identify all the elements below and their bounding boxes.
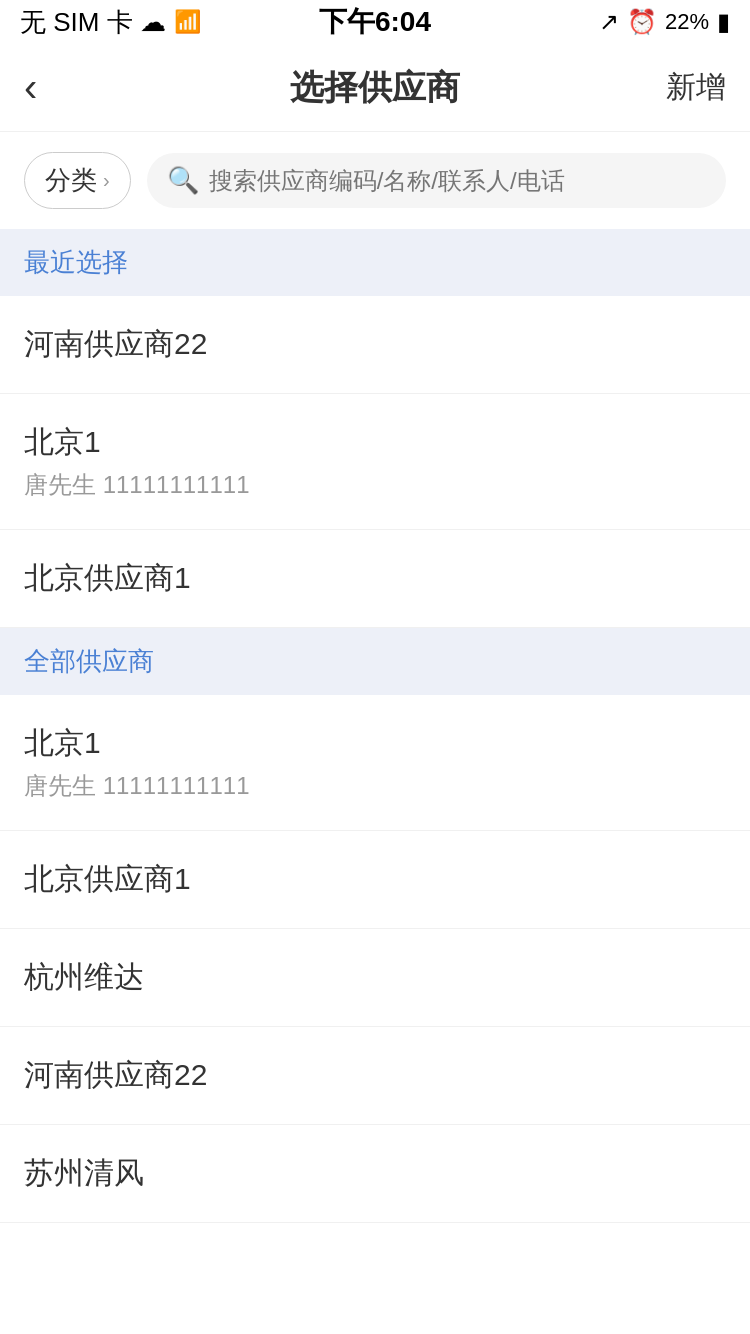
- item-sub: 唐先生 11111111111: [24, 469, 726, 501]
- recent-list-item[interactable]: 北京供应商1: [0, 530, 750, 628]
- battery-level: 22%: [665, 9, 709, 35]
- all-section-label: 全部供应商: [24, 646, 154, 676]
- search-input[interactable]: [209, 167, 706, 195]
- back-button[interactable]: ‹: [14, 55, 47, 120]
- status-left: 无 SIM 卡 ☁ 📶: [20, 5, 201, 40]
- page-title: 选择供应商: [290, 65, 460, 111]
- item-name: 河南供应商22: [24, 1055, 726, 1096]
- recent-list: 河南供应商22 北京1 唐先生 11111111111 北京供应商1: [0, 296, 750, 628]
- item-name: 北京供应商1: [24, 859, 726, 900]
- all-list-item[interactable]: 北京供应商1: [0, 831, 750, 929]
- item-sub: 唐先生 11111111111: [24, 770, 726, 802]
- sim-status: 无 SIM 卡 ☁: [20, 5, 166, 40]
- item-name: 北京1: [24, 723, 726, 764]
- recent-list-item[interactable]: 北京1 唐先生 11111111111: [0, 394, 750, 530]
- search-bar: 分类 › 🔍: [0, 132, 750, 229]
- all-list: 北京1 唐先生 11111111111 北京供应商1 杭州维达河南供应商22 苏州清风: [0, 695, 750, 1223]
- category-button[interactable]: 分类 ›: [24, 152, 131, 209]
- wifi-icon: 📶: [174, 9, 201, 35]
- all-list-item[interactable]: 苏州清风: [0, 1125, 750, 1223]
- recent-section-header: 最近选择: [0, 229, 750, 296]
- item-name: 河南供应商22: [24, 324, 726, 365]
- new-add-button[interactable]: 新增: [666, 67, 726, 108]
- chevron-right-icon: ›: [103, 169, 110, 192]
- location-icon: ↗: [599, 8, 619, 36]
- item-name: 苏州清风: [24, 1153, 726, 1194]
- search-wrapper[interactable]: 🔍: [147, 153, 726, 208]
- all-list-item[interactable]: 杭州维达: [0, 929, 750, 1027]
- battery-icon: ▮: [717, 8, 730, 36]
- category-label: 分类: [45, 163, 97, 198]
- alarm-icon: ⏰: [627, 8, 657, 36]
- all-section-header: 全部供应商: [0, 628, 750, 695]
- nav-bar: ‹ 选择供应商 新增: [0, 44, 750, 132]
- search-icon: 🔍: [167, 165, 199, 196]
- status-bar: 无 SIM 卡 ☁ 📶 下午6:04 ↗ ⏰ 22% ▮: [0, 0, 750, 44]
- all-list-item[interactable]: 北京1 唐先生 11111111111: [0, 695, 750, 831]
- item-name: 杭州维达: [24, 957, 726, 998]
- recent-section-label: 最近选择: [24, 247, 128, 277]
- all-list-item[interactable]: 河南供应商22: [0, 1027, 750, 1125]
- item-name: 北京1: [24, 422, 726, 463]
- recent-list-item[interactable]: 河南供应商22: [0, 296, 750, 394]
- status-right: ↗ ⏰ 22% ▮: [599, 8, 730, 36]
- item-name: 北京供应商1: [24, 558, 726, 599]
- status-time: 下午6:04: [319, 3, 431, 41]
